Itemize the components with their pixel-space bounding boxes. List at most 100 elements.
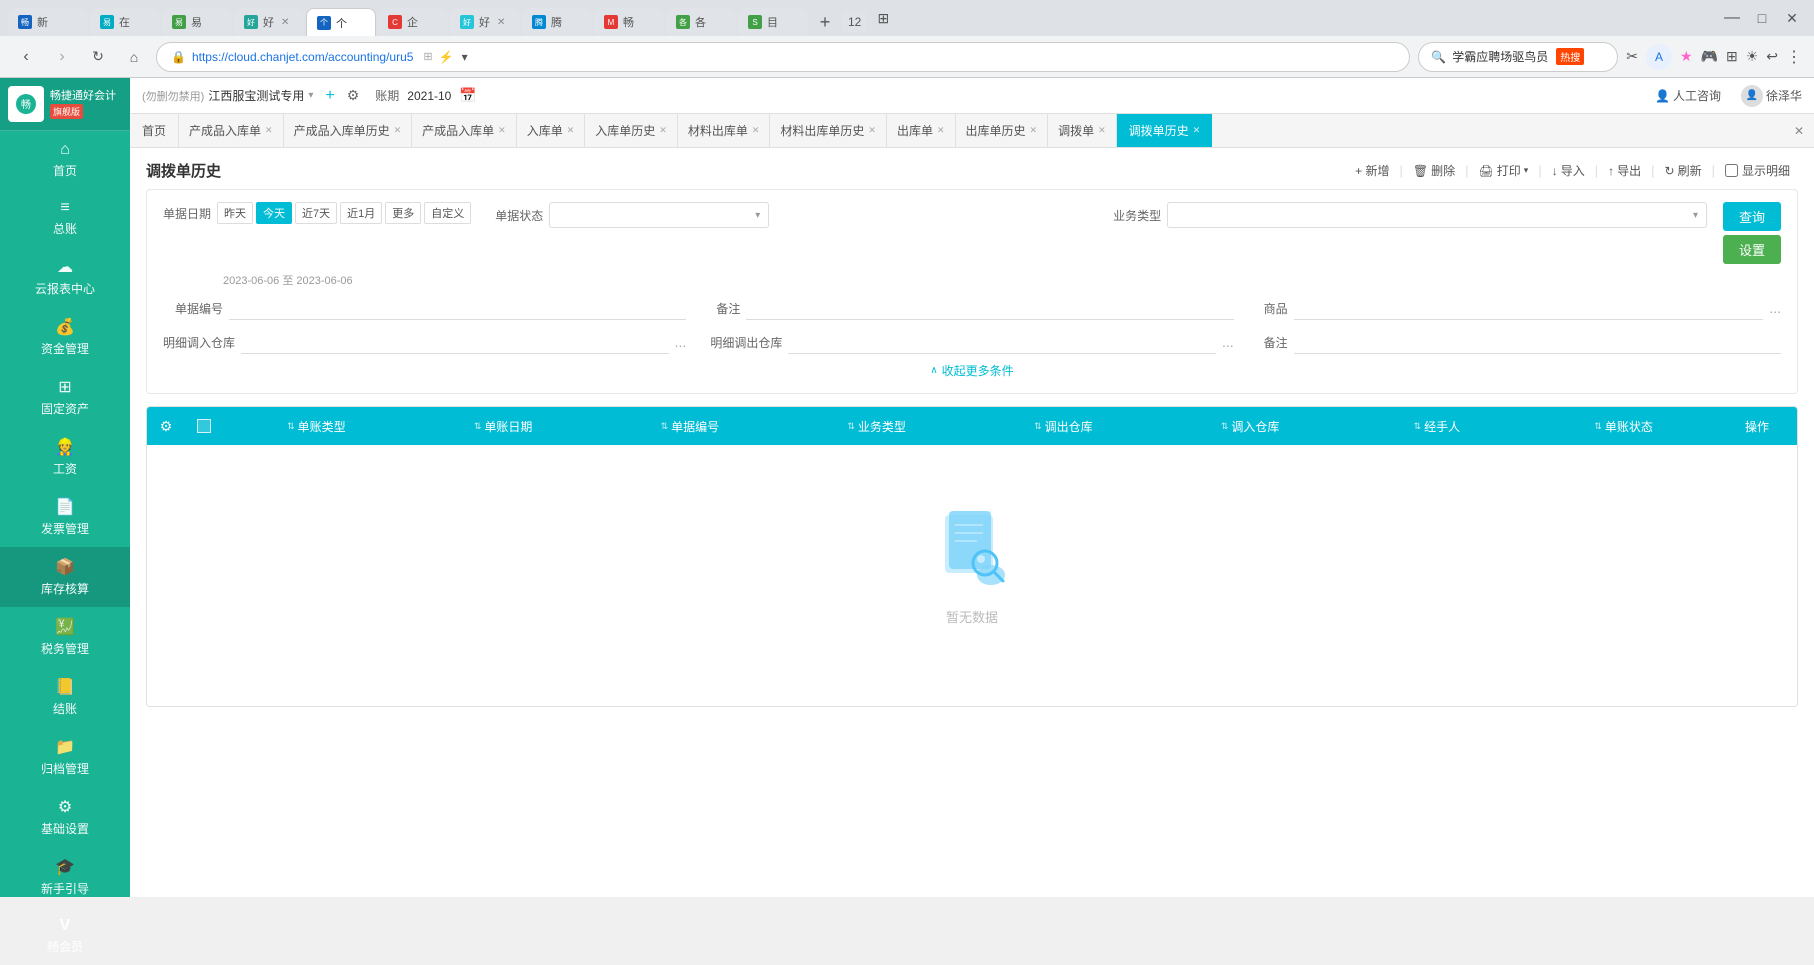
- date-btn-custom[interactable]: 自定义: [424, 202, 471, 224]
- sidebar-item-settings[interactable]: ⚙ 基础设置: [0, 787, 130, 847]
- sidebar-item-ledger[interactable]: ≡ 总账: [0, 189, 130, 247]
- export-button[interactable]: ↑ 导出: [1600, 158, 1649, 183]
- sidebar-item-inventory[interactable]: 📦 库存核算: [0, 547, 130, 607]
- date-btn-more[interactable]: 更多: [385, 202, 421, 224]
- address-bar[interactable]: 🔒 https://cloud.chanjet.com/accounting/u…: [156, 42, 1410, 72]
- goods-dots[interactable]: ...: [1769, 300, 1781, 316]
- status-select[interactable]: ▾: [549, 202, 769, 228]
- import-button[interactable]: ↓ 导入: [1544, 158, 1593, 183]
- calendar-icon[interactable]: 📅: [459, 87, 476, 104]
- th-wh-in[interactable]: ⇅ 调入仓库: [1157, 418, 1344, 435]
- tab-close-inbound1h[interactable]: ✕: [394, 125, 402, 136]
- tab-close-whin[interactable]: ✕: [567, 125, 575, 136]
- sidebar-item-guide[interactable]: 🎓 新手引导: [0, 847, 130, 907]
- header-checkbox[interactable]: [197, 419, 211, 433]
- warehouse-in-input[interactable]: [241, 330, 669, 354]
- grid-icon[interactable]: ⊞: [1726, 48, 1738, 65]
- close-button[interactable]: ✕: [1778, 4, 1806, 32]
- sidebar-item-home[interactable]: ⌂ 首页: [0, 131, 130, 189]
- tab-bar-close-btn[interactable]: ✕: [1784, 124, 1814, 138]
- tab-close-transferh[interactable]: ✕: [1193, 125, 1201, 136]
- refresh-button[interactable]: ↻ 刷新: [1657, 158, 1710, 183]
- tab-close-matouth[interactable]: ✕: [868, 125, 876, 136]
- tab-item-5[interactable]: 个 个: [306, 8, 376, 36]
- page-tab-home[interactable]: 首页: [130, 114, 179, 147]
- consultant-button[interactable]: 👤 人工咨询: [1655, 87, 1721, 104]
- tab-manager-icon[interactable]: ⊞: [869, 4, 897, 32]
- display-checkbox[interactable]: [1725, 164, 1738, 177]
- reload-button[interactable]: ↻: [84, 43, 112, 71]
- page-tab-transfer[interactable]: 调拨单 ✕: [1048, 114, 1117, 147]
- th-biztype[interactable]: ⇅ 业务类型: [783, 418, 970, 435]
- tab-item-3[interactable]: 易 易: [162, 8, 232, 36]
- add-org-button[interactable]: +: [321, 87, 338, 105]
- gamepad-icon[interactable]: 🎮: [1701, 48, 1718, 65]
- collapse-button[interactable]: ∧ 收起更多条件: [163, 354, 1781, 381]
- warehouse-out-dots[interactable]: ...: [1222, 334, 1234, 350]
- org-settings-icon[interactable]: ⚙: [347, 87, 360, 104]
- minimize-button[interactable]: —: [1718, 4, 1746, 32]
- page-tab-mat-out-hist[interactable]: 材料出库单历史 ✕: [770, 114, 887, 147]
- date-btn-yesterday[interactable]: 昨天: [217, 202, 253, 224]
- goods-input[interactable]: [1294, 296, 1764, 320]
- tab-item-7[interactable]: 好 好 ✕: [450, 8, 520, 36]
- sidebar-item-assets[interactable]: ⊞ 固定资产: [0, 367, 130, 427]
- dropdown-icon[interactable]: ▾: [462, 50, 468, 64]
- sidebar-item-archive[interactable]: 📁 归档管理: [0, 727, 130, 787]
- tab-close-7[interactable]: ✕: [497, 17, 505, 28]
- warehouse-in-dots[interactable]: ...: [675, 334, 687, 350]
- th-docno[interactable]: ⇅ 单据编号: [597, 418, 784, 435]
- sidebar-item-salary[interactable]: 👷 工资: [0, 427, 130, 487]
- date-btn-today[interactable]: 今天: [256, 202, 292, 224]
- new-tab-button[interactable]: +: [810, 8, 840, 36]
- page-tab-out[interactable]: 出库单 ✕: [887, 114, 956, 147]
- biztype-select[interactable]: ▾: [1167, 202, 1707, 228]
- th-doctype[interactable]: ⇅ 单账类型: [223, 418, 410, 435]
- th-checkbox-cell[interactable]: [185, 419, 223, 433]
- sidebar-item-finance[interactable]: 💰 资金管理: [0, 307, 130, 367]
- tab-item-11[interactable]: S 目: [738, 8, 808, 36]
- delete-button[interactable]: 🗑 删除: [1405, 158, 1463, 183]
- query-button[interactable]: 查询: [1723, 202, 1781, 231]
- tab-close-outh[interactable]: ✕: [1030, 125, 1038, 136]
- home-button[interactable]: ⌂: [120, 43, 148, 71]
- print-button[interactable]: 🖨 打印 ▾: [1471, 158, 1537, 183]
- th-docstatus[interactable]: ⇅ 单账状态: [1530, 418, 1717, 435]
- menu-icon[interactable]: ⋮: [1786, 47, 1802, 67]
- user-avatar[interactable]: 👤 徐泽华: [1741, 85, 1802, 107]
- tab-close-inbound2[interactable]: ✕: [498, 125, 506, 136]
- page-tab-transfer-history[interactable]: 调拨单历史 ✕: [1117, 114, 1213, 147]
- tab-close-transfer[interactable]: ✕: [1098, 125, 1106, 136]
- sidebar-item-tax[interactable]: 💹 税务管理: [0, 607, 130, 667]
- sidebar-item-vip[interactable]: V 畅会员: [0, 907, 130, 965]
- org-selector[interactable]: (勿删勿禁用) 江西服宝测试专用 ▾: [142, 87, 313, 104]
- page-tab-inbound2[interactable]: 产成品入库单 ✕: [412, 114, 517, 147]
- page-tab-mat-out[interactable]: 材料出库单 ✕: [678, 114, 771, 147]
- tab-close-out[interactable]: ✕: [937, 125, 945, 136]
- print-dropdown[interactable]: ▾: [1524, 165, 1529, 176]
- th-settings[interactable]: ⚙: [147, 418, 185, 435]
- tab-item-8[interactable]: 腾 腾: [522, 8, 592, 36]
- tab-close-4[interactable]: ✕: [281, 17, 289, 28]
- theme-icon[interactable]: ☀: [1746, 48, 1759, 65]
- docno-input[interactable]: [229, 296, 686, 320]
- sidebar-item-invoice[interactable]: 📄 发票管理: [0, 487, 130, 547]
- date-btn-7days[interactable]: 近7天: [295, 202, 337, 224]
- remark2-input[interactable]: [1294, 330, 1781, 354]
- page-tab-inbound1[interactable]: 产成品入库单 ✕: [179, 114, 284, 147]
- th-docdate[interactable]: ⇅ 单账日期: [410, 418, 597, 435]
- forward-button[interactable]: ›: [48, 43, 76, 71]
- page-tab-wh-in[interactable]: 入库单 ✕: [517, 114, 586, 147]
- warehouse-out-input[interactable]: [788, 330, 1216, 354]
- tab-item-2[interactable]: 易 在: [90, 8, 160, 36]
- page-tab-wh-in-hist[interactable]: 入库单历史 ✕: [585, 114, 678, 147]
- undo-icon[interactable]: ↩: [1766, 48, 1778, 65]
- page-tab-out-hist[interactable]: 出库单历史 ✕: [956, 114, 1049, 147]
- sidebar-item-cloudreport[interactable]: ☁ 云报表中心: [0, 247, 130, 307]
- tab-close-whinh[interactable]: ✕: [659, 125, 667, 136]
- tab-item-1[interactable]: 畅 新: [8, 8, 88, 36]
- tab-item-4[interactable]: 好 好 ✕: [234, 8, 304, 36]
- back-button[interactable]: ‹: [12, 43, 40, 71]
- new-button[interactable]: + 新增: [1347, 158, 1397, 183]
- star-icon[interactable]: ★: [1680, 48, 1693, 65]
